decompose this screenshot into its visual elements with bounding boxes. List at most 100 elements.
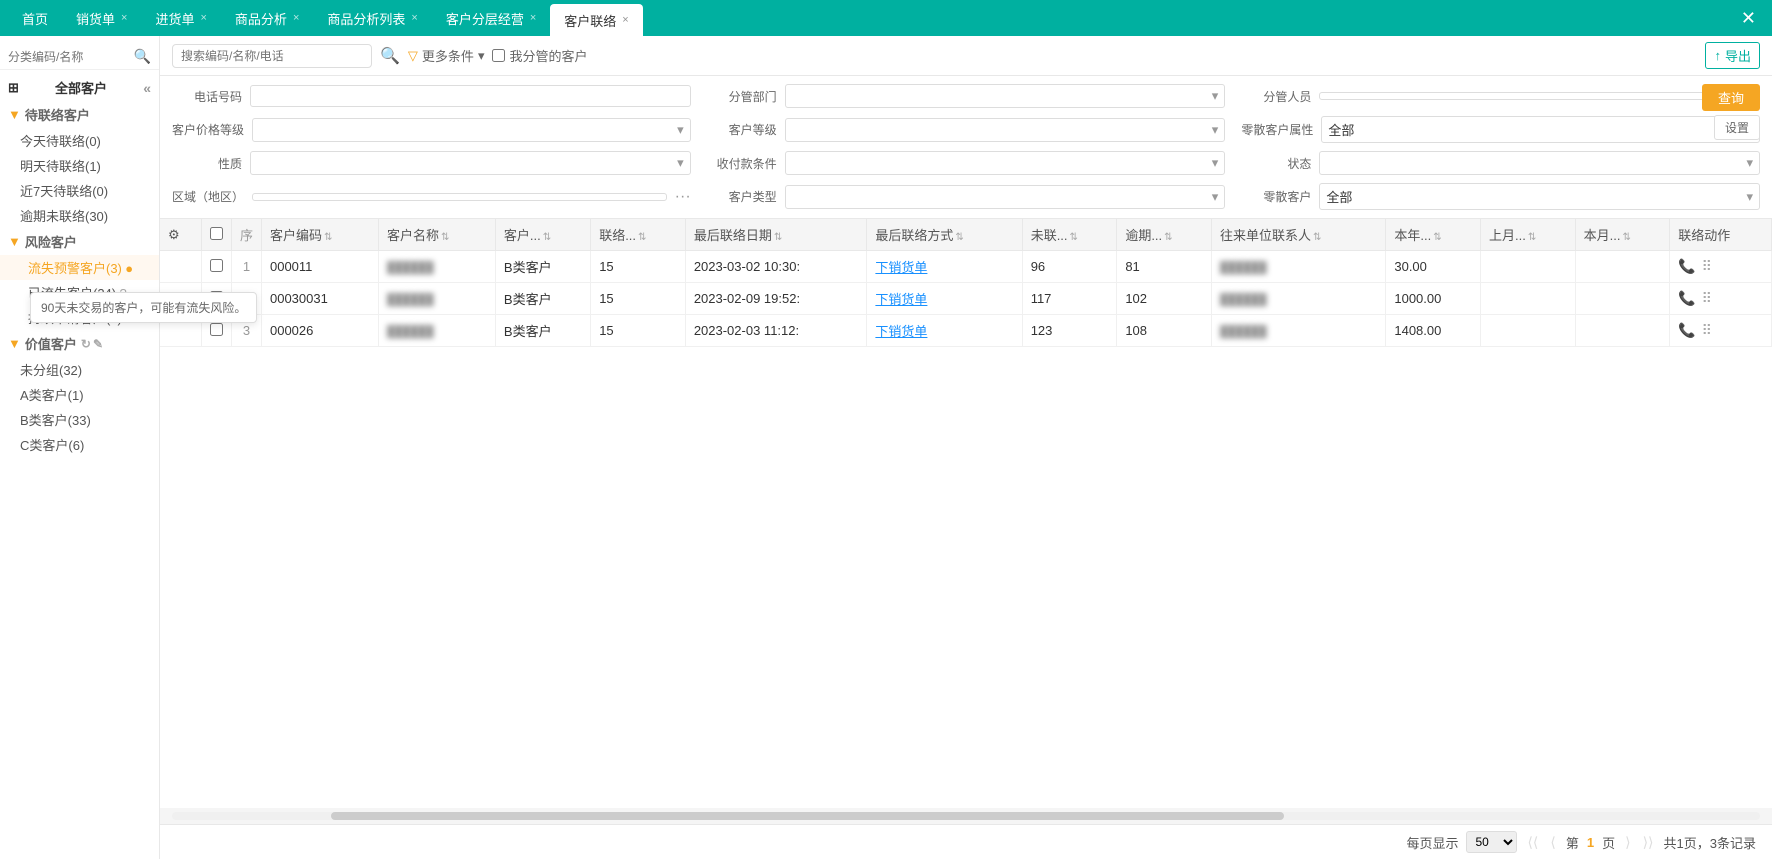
filter-nature-label: 性质: [172, 155, 242, 172]
query-button[interactable]: 查询: [1702, 84, 1760, 111]
action-more-icon[interactable]: ⠿: [1702, 322, 1712, 339]
sidebar-item-churn-warning[interactable]: 流失预警客户(3) ●: [0, 255, 159, 280]
sidebar-item-tomorrow[interactable]: 明天待联络(1): [0, 153, 159, 178]
sidebar-section-risk[interactable]: ▼ 风险客户: [0, 228, 159, 255]
tab-customer-contact-label: 客户联络: [564, 11, 616, 30]
tab-sales[interactable]: 销货单 ×: [62, 0, 141, 36]
col-uncontact[interactable]: 未联...⇅: [1022, 219, 1117, 251]
filter-retail-select[interactable]: 全部 ▾: [1319, 183, 1760, 210]
filter-search-input[interactable]: [172, 44, 372, 68]
action-phone-icon[interactable]: 📞: [1678, 258, 1695, 275]
export-button[interactable]: ↑ 导出: [1705, 42, 1760, 69]
col-code[interactable]: 客户编码⇅: [261, 219, 378, 251]
tab-customer-contact-close[interactable]: ×: [622, 14, 628, 26]
filter-price-grade-select[interactable]: ▾: [252, 118, 691, 142]
col-contact-count[interactable]: 联络...⇅: [591, 219, 686, 251]
filter-region-ellipsis[interactable]: ···: [675, 188, 691, 206]
scrollbar-thumb[interactable]: [331, 812, 1284, 820]
row-checkbox[interactable]: [210, 259, 223, 272]
sidebar-value-refresh[interactable]: ↻: [81, 337, 91, 351]
filter-mine-check[interactable]: [492, 49, 505, 62]
sidebar-item-b-class[interactable]: B类客户(33): [0, 407, 159, 432]
row-last-date-cell: 2023-03-02 10:30:: [685, 251, 867, 283]
col-this-month[interactable]: 本月...⇅: [1575, 219, 1670, 251]
per-page-select[interactable]: 50 100 200: [1466, 831, 1517, 853]
filter-status-select[interactable]: ▾: [1319, 151, 1760, 175]
col-name[interactable]: 客户名称⇅: [378, 219, 495, 251]
col-this-year[interactable]: 本年...⇅: [1386, 219, 1481, 251]
sidebar-section-value-label: 价值客户: [25, 334, 77, 353]
row-last-method-cell[interactable]: 下销货单: [867, 283, 1022, 315]
sidebar-search-icon[interactable]: 🔍: [134, 48, 151, 65]
action-more-icon[interactable]: ⠿: [1702, 258, 1712, 275]
filter-more-button[interactable]: ▽ 更多条件 ▾: [408, 46, 485, 65]
main-layout: 🔍 ⊞ 全部客户 « ▼ 待联络客户 今天待联络(0) 明天待联络(1) 近7天…: [0, 36, 1772, 859]
tab-purchase[interactable]: 进货单 ×: [141, 0, 220, 36]
sidebar-section-value[interactable]: ▼ 价值客户 ↻ ✎: [0, 330, 159, 357]
row-checkbox-cell[interactable]: [201, 251, 231, 283]
col-overdue[interactable]: 逾期...⇅: [1117, 219, 1212, 251]
window-close-button[interactable]: ✕: [1733, 8, 1764, 29]
first-page-button[interactable]: ⟨⟨: [1525, 834, 1540, 851]
tab-purchase-close[interactable]: ×: [200, 12, 206, 24]
col-last-method[interactable]: 最后联络方式⇅: [867, 219, 1022, 251]
sidebar-item-c-class[interactable]: C类客户(6): [0, 432, 159, 457]
tab-analysis-list-close[interactable]: ×: [411, 12, 417, 24]
sidebar-section-pending[interactable]: ▼ 待联络客户: [0, 101, 159, 128]
filter-mine-checkbox[interactable]: 我分管的客户: [492, 46, 587, 65]
filter-nature-select[interactable]: ▾: [250, 151, 691, 175]
tab-customer-contact[interactable]: 客户联络 ×: [550, 4, 642, 36]
last-method-link[interactable]: 下销货单: [875, 260, 927, 275]
select-all-checkbox[interactable]: [210, 227, 223, 240]
filter-customer-grade-select[interactable]: ▾: [785, 118, 1226, 142]
col-contact-person[interactable]: 往来单位联系人⇅: [1211, 219, 1385, 251]
col-type[interactable]: 客户...⇅: [495, 219, 590, 251]
col-last-month[interactable]: 上月...⇅: [1480, 219, 1575, 251]
row-last-method-cell[interactable]: 下销货单: [867, 315, 1022, 347]
col-checkbox[interactable]: [201, 219, 231, 251]
filter-dept-select[interactable]: ▾: [785, 84, 1226, 108]
settings-button[interactable]: 设置: [1714, 115, 1760, 140]
filter-retail-attr-select[interactable]: 全部 ▾: [1321, 116, 1760, 143]
sidebar-search-bar[interactable]: 🔍: [0, 44, 159, 70]
sidebar-search-input[interactable]: [8, 50, 134, 64]
sidebar-collapse-icon[interactable]: «: [143, 80, 151, 96]
action-more-icon[interactable]: ⠿: [1702, 290, 1712, 307]
filter-phone-input[interactable]: [250, 85, 691, 107]
row-code-cell: 000011: [261, 251, 378, 283]
action-phone-icon[interactable]: 📞: [1678, 290, 1695, 307]
tab-analysis[interactable]: 商品分析 ×: [221, 0, 313, 36]
tab-analysis-list[interactable]: 商品分析列表 ×: [313, 0, 431, 36]
current-page: 1: [1587, 835, 1594, 850]
tab-analysis-close[interactable]: ×: [293, 12, 299, 24]
sidebar-item-a-class[interactable]: A类客户(1): [0, 382, 159, 407]
row-checkbox[interactable]: [210, 323, 223, 336]
filter-payment-select[interactable]: ▾: [785, 151, 1226, 175]
last-method-link[interactable]: 下销货单: [875, 324, 927, 339]
action-phone-icon[interactable]: 📞: [1678, 322, 1695, 339]
sidebar-all-customers[interactable]: ⊞ 全部客户 «: [0, 74, 159, 101]
sidebar-item-7days[interactable]: 近7天待联络(0): [0, 178, 159, 203]
last-method-link[interactable]: 下销货单: [875, 292, 927, 307]
filter-manager-select[interactable]: [1319, 92, 1736, 100]
filter-customer-type-select[interactable]: ▾: [785, 185, 1226, 209]
horizontal-scrollbar[interactable]: [172, 812, 1760, 820]
last-page-button[interactable]: ⟩⟩: [1641, 834, 1656, 851]
filter-mine-label: 我分管的客户: [509, 46, 587, 65]
tab-home[interactable]: 首页: [8, 0, 62, 36]
sidebar-item-today[interactable]: 今天待联络(0): [0, 128, 159, 153]
row-last-method-cell[interactable]: 下销货单: [867, 251, 1022, 283]
sidebar-value-edit[interactable]: ✎: [93, 337, 103, 351]
row-overdue-cell: 108: [1117, 315, 1212, 347]
filter-search-button[interactable]: 🔍: [380, 46, 400, 66]
tab-customer-segment-close[interactable]: ×: [530, 12, 536, 24]
sidebar-item-ungrouped[interactable]: 未分组(32): [0, 357, 159, 382]
sidebar-item-overdue[interactable]: 逾期未联络(30): [0, 203, 159, 228]
col-settings[interactable]: ⚙: [160, 219, 201, 251]
tab-customer-segment[interactable]: 客户分层经营 ×: [432, 0, 550, 36]
next-page-button[interactable]: ⟩: [1623, 834, 1632, 851]
tab-sales-close[interactable]: ×: [121, 12, 127, 24]
filter-region-select[interactable]: [252, 193, 667, 201]
col-last-date[interactable]: 最后联络日期⇅: [685, 219, 867, 251]
prev-page-button[interactable]: ⟨: [1548, 834, 1557, 851]
